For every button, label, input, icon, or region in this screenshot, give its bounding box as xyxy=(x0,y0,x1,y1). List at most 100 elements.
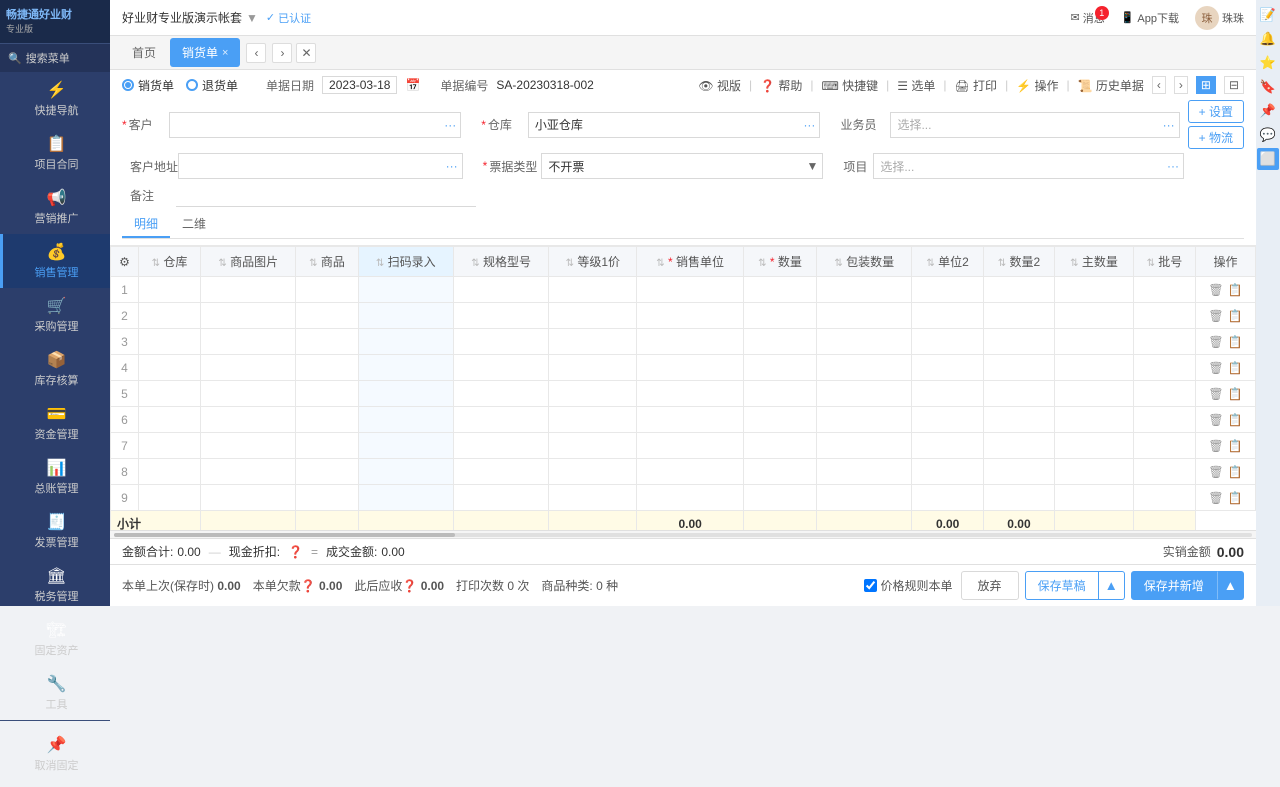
table-cell[interactable] xyxy=(912,381,983,407)
table-cell[interactable] xyxy=(817,303,912,329)
row-delete-icon[interactable]: 🗑 xyxy=(1208,283,1223,297)
save-draft-arrow-button[interactable]: ▲ xyxy=(1099,571,1125,600)
toolbar-select[interactable]: ☰ 选单 xyxy=(897,77,935,94)
project-input[interactable]: 选择... ··· xyxy=(873,153,1184,179)
address-input[interactable]: ··· xyxy=(178,153,463,179)
table-cell[interactable] xyxy=(912,459,983,485)
right-icon-active[interactable]: ⬜ xyxy=(1257,148,1279,170)
table-cell[interactable] xyxy=(296,277,358,303)
table-cell[interactable] xyxy=(743,355,816,381)
toolbar-operation[interactable]: ⚡ 操作 xyxy=(1016,77,1058,94)
table-cell[interactable] xyxy=(983,407,1054,433)
tab-close-all-button[interactable]: ✕ xyxy=(296,43,316,63)
table-cell[interactable] xyxy=(743,277,816,303)
right-icon-bookmark[interactable]: 🔖 xyxy=(1257,76,1279,98)
col-main-qty[interactable]: ⇅ 主数量 xyxy=(1055,247,1134,277)
scroll-thumb[interactable] xyxy=(114,533,455,537)
material-button[interactable]: + 物流 xyxy=(1188,126,1244,149)
table-cell[interactable] xyxy=(912,433,983,459)
sidebar-item-tax[interactable]: 🏛 税务管理 xyxy=(0,558,110,612)
table-cell[interactable] xyxy=(201,485,296,511)
table-row[interactable]: 6🗑📋 xyxy=(111,407,1256,433)
table-cell[interactable] xyxy=(1133,459,1195,485)
table-cell[interactable] xyxy=(983,433,1054,459)
table-cell[interactable] xyxy=(912,355,983,381)
col-spec[interactable]: ⇅ 规格型号 xyxy=(453,247,548,277)
table-cell[interactable] xyxy=(637,381,744,407)
price-rule-checkbox[interactable] xyxy=(864,579,877,592)
table-cell[interactable] xyxy=(453,433,548,459)
app-download-button[interactable]: 📱 App下载 xyxy=(1121,10,1179,26)
table-cell[interactable] xyxy=(743,407,816,433)
row-delete-icon[interactable]: 🗑 xyxy=(1208,361,1223,375)
question-icon[interactable]: ❓ xyxy=(288,545,303,559)
table-cell[interactable] xyxy=(139,381,201,407)
table-cell[interactable] xyxy=(296,381,358,407)
tab-next-button[interactable]: › xyxy=(272,43,292,63)
table-cell[interactable] xyxy=(139,329,201,355)
table-cell[interactable] xyxy=(201,303,296,329)
table-cell[interactable] xyxy=(637,485,744,511)
row-copy-icon[interactable]: 📋 xyxy=(1228,413,1243,427)
col-unit2[interactable]: ⇅ 单位2 xyxy=(912,247,983,277)
table-cell[interactable] xyxy=(549,381,637,407)
table-cell[interactable] xyxy=(139,433,201,459)
table-cell[interactable] xyxy=(1133,381,1195,407)
warehouse-input[interactable]: 小亚仓库 ··· xyxy=(528,112,821,138)
row-delete-icon[interactable]: 🗑 xyxy=(1208,465,1223,479)
col-product-img[interactable]: ⇅ 商品图片 xyxy=(201,247,296,277)
sidebar-item-capital[interactable]: 💳 资金管理 xyxy=(0,396,110,450)
save-new-arrow-button[interactable]: ▲ xyxy=(1217,571,1244,600)
address-dots-icon[interactable]: ··· xyxy=(446,159,458,173)
tab-sales-order[interactable]: 销货单 × xyxy=(170,38,240,67)
table-cell[interactable] xyxy=(912,485,983,511)
table-cell[interactable] xyxy=(139,459,201,485)
tab-2d[interactable]: 二维 xyxy=(170,211,218,238)
table-cell[interactable] xyxy=(296,355,358,381)
table-row[interactable]: 4🗑📋 xyxy=(111,355,1256,381)
invoice-select[interactable]: 不开票 ▼ xyxy=(541,153,823,179)
salesperson-dots-icon[interactable]: ··· xyxy=(1163,118,1175,132)
toolbar-shortcuts[interactable]: ⌨ 快捷键 xyxy=(821,77,878,94)
setting-button[interactable]: + 设置 xyxy=(1188,100,1244,123)
table-cell[interactable] xyxy=(296,459,358,485)
table-cell[interactable] xyxy=(358,459,453,485)
toolbar-view[interactable]: 👁 视版 xyxy=(698,77,741,94)
return-order-radio[interactable]: 退货单 xyxy=(186,77,238,94)
sidebar-item-fixed[interactable]: 🏗 固定资产 xyxy=(0,612,110,666)
table-cell[interactable] xyxy=(296,433,358,459)
table-cell[interactable] xyxy=(549,329,637,355)
table-cell[interactable] xyxy=(1055,485,1134,511)
table-cell[interactable] xyxy=(1055,329,1134,355)
save-draft-button[interactable]: 保存草稿 xyxy=(1025,571,1099,600)
table-cell[interactable] xyxy=(201,433,296,459)
table-cell[interactable] xyxy=(817,485,912,511)
user-profile[interactable]: 珠 珠珠 xyxy=(1195,6,1244,30)
table-cell[interactable] xyxy=(637,433,744,459)
table-cell[interactable] xyxy=(358,381,453,407)
company-selector[interactable]: 好业财专业版演示帐套 ▼ xyxy=(122,9,258,26)
sidebar-item-invoice[interactable]: 🧾 发票管理 xyxy=(0,504,110,558)
sidebar-item-marketing[interactable]: 📢 营销推广 xyxy=(0,180,110,234)
table-cell[interactable] xyxy=(983,355,1054,381)
credit-icon[interactable]: ❓ xyxy=(301,579,316,593)
sidebar-item-account[interactable]: 📊 总账管理 xyxy=(0,450,110,504)
warehouse-dots-icon[interactable]: ··· xyxy=(803,118,815,132)
search-menu-item[interactable]: 🔍 搜索菜单 xyxy=(0,44,110,72)
table-cell[interactable] xyxy=(453,277,548,303)
col-settings[interactable]: ⚙ xyxy=(111,247,139,277)
table-cell[interactable] xyxy=(1055,433,1134,459)
invoice-dropdown-icon[interactable]: ▼ xyxy=(806,159,818,173)
col-product[interactable]: ⇅ 商品 xyxy=(296,247,358,277)
calendar-icon[interactable]: 📅 xyxy=(405,78,420,92)
tab-prev-button[interactable]: ‹ xyxy=(246,43,266,63)
table-cell[interactable] xyxy=(817,329,912,355)
table-cell[interactable] xyxy=(1055,381,1134,407)
table-row[interactable]: 3🗑📋 xyxy=(111,329,1256,355)
table-cell[interactable] xyxy=(1055,355,1134,381)
table-cell[interactable] xyxy=(817,433,912,459)
table-cell[interactable] xyxy=(453,381,548,407)
table-cell[interactable] xyxy=(201,459,296,485)
table-cell[interactable] xyxy=(296,485,358,511)
table-cell[interactable] xyxy=(358,407,453,433)
